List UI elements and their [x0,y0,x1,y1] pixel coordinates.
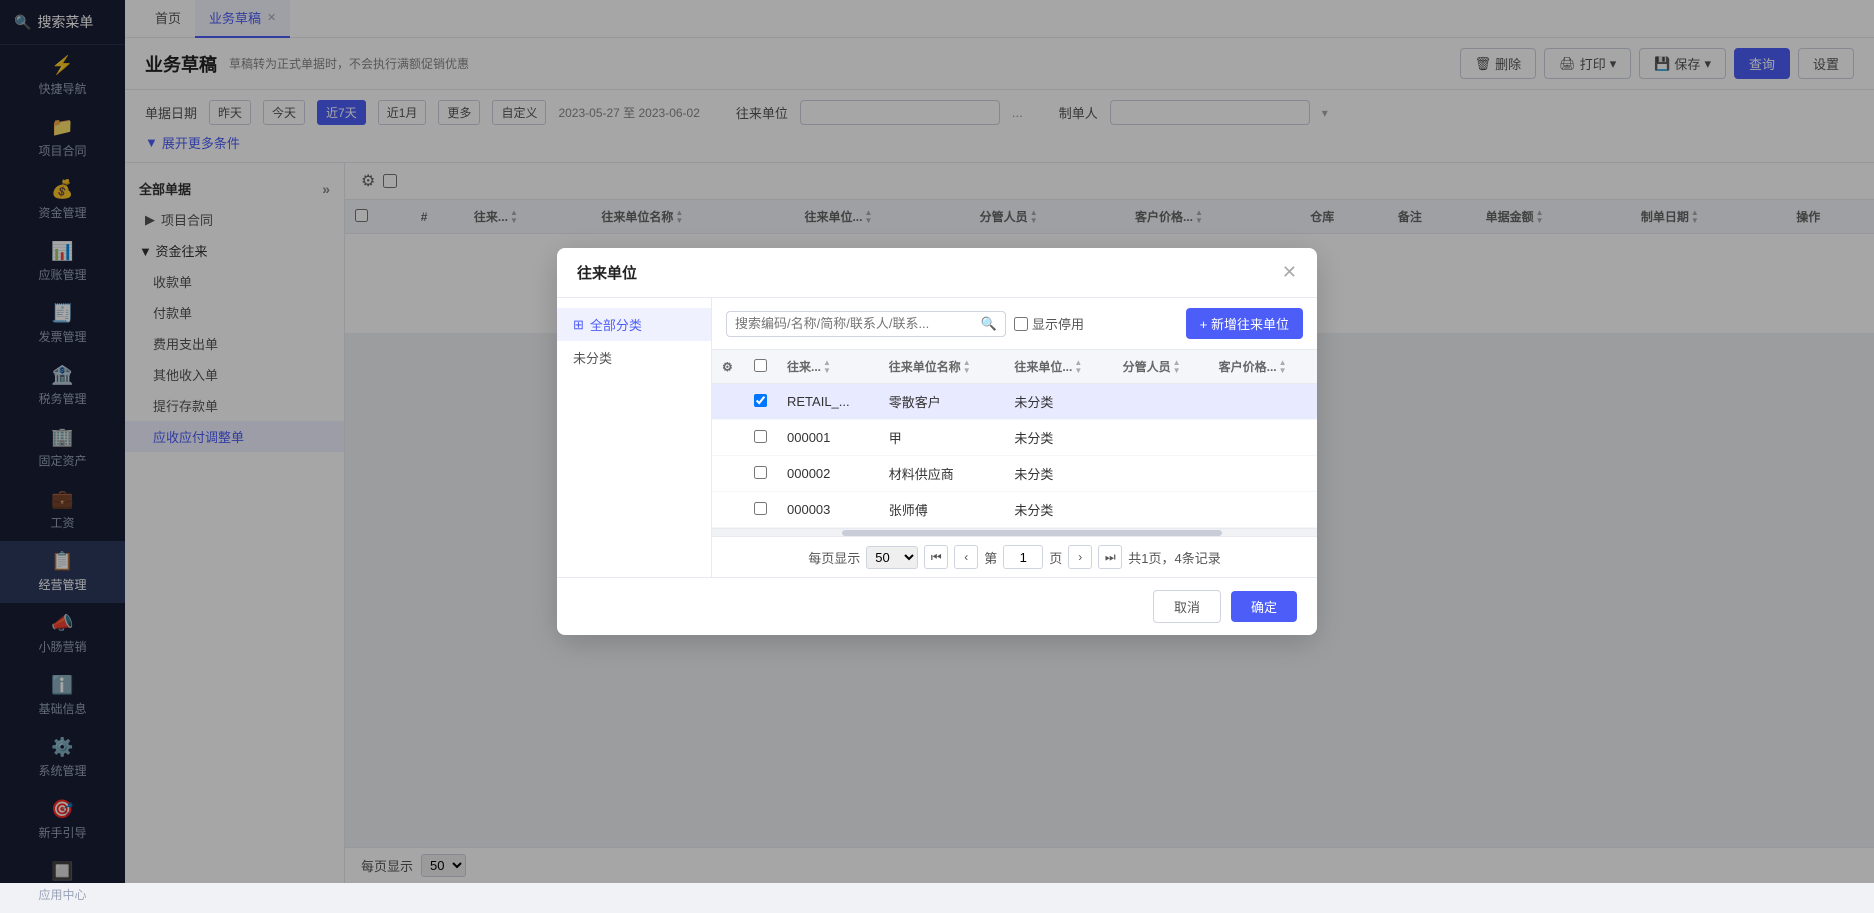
show-disabled-checkbox[interactable] [1014,317,1028,331]
row-name: 甲 [879,420,1005,456]
dialog-pagination: 每页显示 50 10 20 100 ⏮ ‹ 第 页 › ⏭ 共1页，4条记录 [712,536,1317,577]
dialog-toolbar: 🔍 显示停用 + 新增往来单位 [712,298,1317,350]
dialog-sidebar: ⊞ 全部分类 未分类 [557,298,712,577]
row-price [1209,492,1317,528]
row-checkbox[interactable] [744,456,777,492]
dialog-table-row[interactable]: RETAIL_... 零散客户 未分类 [712,384,1317,420]
row-gear [712,420,744,456]
dialog-header: 往来单位 ✕ [557,248,1317,298]
row-manager [1113,456,1209,492]
dialog-table-row[interactable]: 000001 甲 未分类 [712,420,1317,456]
row-manager [1113,492,1209,528]
search-box: 🔍 [726,311,1006,337]
row-category: 未分类 [1004,492,1112,528]
dialog-select-all[interactable] [754,359,767,372]
row-checkbox[interactable] [744,420,777,456]
dialog-table-wrap: ⚙ 往来... ▲▼ 往来单位名称 ▲▼ 往来单位... ▲▼ 分管人员 ▲▼ … [712,350,1317,528]
add-partner-button[interactable]: + 新增往来单位 [1186,308,1303,339]
total-label: 共1页，4条记录 [1128,548,1220,567]
page-size-label: 每页显示 [808,548,860,567]
dialog-sidebar-unclassified[interactable]: 未分类 [557,341,711,374]
row-gear [712,384,744,420]
dialog-footer: 取消 确定 [557,577,1317,635]
row-name: 材料供应商 [879,456,1005,492]
row-manager [1113,420,1209,456]
dcol-price[interactable]: 客户价格... ▲▼ [1209,350,1317,384]
scrollbar-thumb [842,530,1222,536]
first-page-btn[interactable]: ⏮ [924,545,948,569]
dialog-title: 往来单位 [577,262,637,283]
page-suffix-label: 页 [1049,548,1062,567]
show-disabled-label: 显示停用 [1014,314,1084,333]
dcol-category[interactable]: 往来单位... ▲▼ [1004,350,1112,384]
row-category: 未分类 [1004,456,1112,492]
dcol-gear[interactable]: ⚙ [712,350,744,384]
row-name: 张师傅 [879,492,1005,528]
current-page-input[interactable] [1003,545,1043,569]
dialog-header-row: ⚙ 往来... ▲▼ 往来单位名称 ▲▼ 往来单位... ▲▼ 分管人员 ▲▼ … [712,350,1317,384]
row-manager [1113,384,1209,420]
dcol-manager[interactable]: 分管人员 ▲▼ [1113,350,1209,384]
row-checkbox[interactable] [744,384,777,420]
last-page-btn[interactable]: ⏭ [1098,545,1122,569]
row-price [1209,384,1317,420]
grid-icon: ⊞ [573,317,584,333]
row-price [1209,456,1317,492]
dialog-sidebar-all[interactable]: ⊞ 全部分类 [557,308,711,341]
row-name: 零散客户 [879,384,1005,420]
page-label: 第 [984,548,997,567]
dialog-main: 🔍 显示停用 + 新增往来单位 ⚙ [712,298,1317,577]
cancel-button[interactable]: 取消 [1153,590,1221,623]
row-code: RETAIL_... [777,384,879,420]
dcol-name[interactable]: 往来单位名称 ▲▼ [879,350,1005,384]
dialog-table-row[interactable]: 000003 张师傅 未分类 [712,492,1317,528]
confirm-button[interactable]: 确定 [1231,591,1297,622]
row-checkbox[interactable] [744,492,777,528]
row-code: 000002 [777,456,879,492]
row-category: 未分类 [1004,420,1112,456]
search-icon: 🔍 [981,316,997,332]
row-code: 000003 [777,492,879,528]
row-category: 未分类 [1004,384,1112,420]
dialog-table-row[interactable]: 000002 材料供应商 未分类 [712,456,1317,492]
dcol-code[interactable]: 往来... ▲▼ [777,350,879,384]
dialog-table: ⚙ 往来... ▲▼ 往来单位名称 ▲▼ 往来单位... ▲▼ 分管人员 ▲▼ … [712,350,1317,528]
sidebar-label: 应用中心 [38,886,86,903]
row-code: 000001 [777,420,879,456]
dialog-body: ⊞ 全部分类 未分类 🔍 显示停用 [557,298,1317,577]
dcol-checkbox [744,350,777,384]
row-gear [712,492,744,528]
row-gear [712,456,744,492]
row-price [1209,420,1317,456]
dialog-search-input[interactable] [735,316,975,331]
prev-page-btn[interactable]: ‹ [954,545,978,569]
dialog-scrollbar[interactable] [712,528,1317,536]
dialog-overlay[interactable]: 往来单位 ✕ ⊞ 全部分类 未分类 🔍 [0,0,1874,883]
next-page-btn[interactable]: › [1068,545,1092,569]
dialog-close-icon[interactable]: ✕ [1282,262,1297,283]
partner-dialog: 往来单位 ✕ ⊞ 全部分类 未分类 🔍 [557,248,1317,635]
page-size-select[interactable]: 50 10 20 100 [866,546,918,569]
